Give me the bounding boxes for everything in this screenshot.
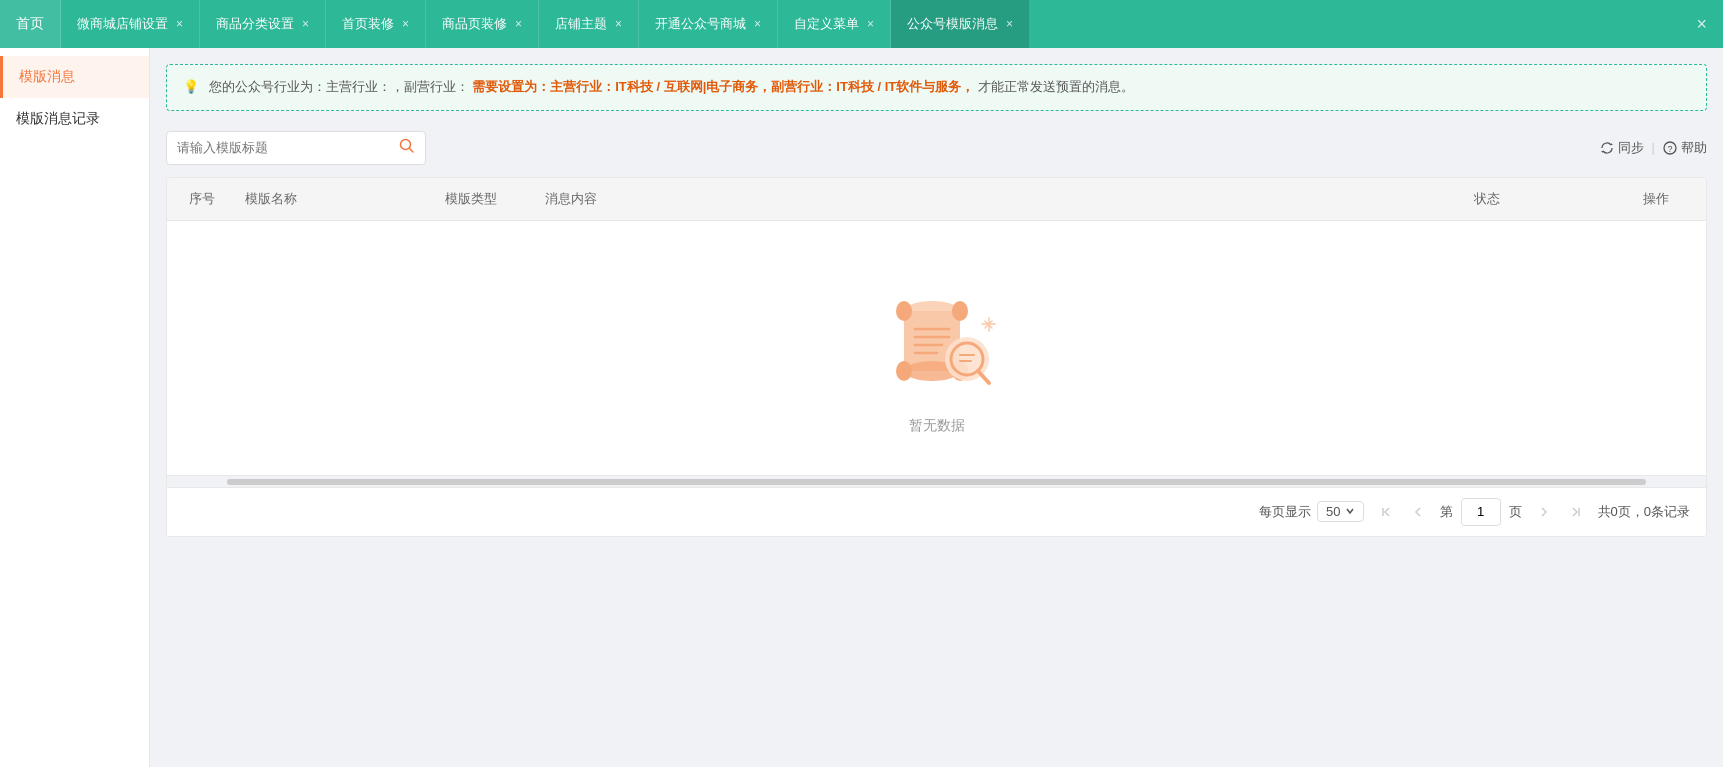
svg-point-8	[952, 301, 968, 321]
first-page-button[interactable]	[1372, 498, 1400, 526]
close-home-decoration[interactable]: ×	[402, 17, 409, 31]
nav-tab-open-mall[interactable]: 开通公众号商城 ×	[639, 0, 778, 48]
svg-line-1	[410, 149, 414, 153]
svg-point-7	[896, 301, 912, 321]
sidebar-item-template-msg[interactable]: 模版消息	[0, 56, 149, 98]
sync-icon	[1600, 141, 1614, 155]
scrollbar-track[interactable]	[227, 479, 1646, 485]
th-seq: 序号	[167, 178, 237, 220]
close-micro-store[interactable]: ×	[176, 17, 183, 31]
help-button[interactable]: ? 帮助	[1663, 139, 1707, 157]
info-banner: 💡 您的公众号行业为：主营行业：，副营行业： 需要设置为：主营行业：IT科技 /…	[166, 64, 1707, 111]
search-input-wrapper[interactable]	[166, 131, 426, 165]
per-page: 每页显示 50	[1259, 501, 1363, 522]
search-bar: 同步 | ? 帮助	[166, 131, 1707, 165]
top-nav: 首页 微商城店铺设置 × 商品分类设置 × 首页装修 × 商品页装修 × 店铺主…	[0, 0, 1723, 48]
empty-illustration	[877, 281, 997, 401]
chevron-down-icon	[1345, 504, 1355, 519]
sync-button[interactable]: 同步	[1600, 139, 1644, 157]
close-custom-menu[interactable]: ×	[867, 17, 874, 31]
total-info: 共0页，0条记录	[1598, 503, 1690, 521]
close-all-button[interactable]: ×	[1680, 14, 1723, 35]
scrollbar-area[interactable]	[167, 475, 1706, 487]
toolbar-right: 同步 | ? 帮助	[1600, 139, 1707, 157]
nav-tab-custom-menu[interactable]: 自定义菜单 ×	[778, 0, 891, 48]
nav-tab-template-msg[interactable]: 公众号模版消息 ×	[891, 0, 1030, 48]
prev-page-button[interactable]	[1404, 498, 1432, 526]
last-page-button[interactable]	[1562, 498, 1590, 526]
th-status: 状态	[1466, 178, 1606, 220]
nav-tab-home-decoration[interactable]: 首页装修 ×	[326, 0, 426, 48]
per-page-select[interactable]: 50	[1317, 501, 1363, 522]
close-template-msg[interactable]: ×	[1006, 17, 1013, 31]
close-open-mall[interactable]: ×	[754, 17, 761, 31]
next-page-button[interactable]	[1530, 498, 1558, 526]
nav-tab-store-theme[interactable]: 店铺主题 ×	[539, 0, 639, 48]
main-content: 💡 您的公众号行业为：主营行业：，副营行业： 需要设置为：主营行业：IT科技 /…	[150, 48, 1723, 767]
nav-tab-product-decoration[interactable]: 商品页装修 ×	[426, 0, 539, 48]
nav-tab-home[interactable]: 首页	[0, 0, 61, 48]
main-layout: 模版消息 模版消息记录 💡 您的公众号行业为：主营行业：，副营行业： 需要设置为…	[0, 48, 1723, 767]
th-name: 模版名称	[237, 178, 437, 220]
th-type: 模版类型	[437, 178, 537, 220]
table-container: 序号 模版名称 模版类型 消息内容 状态 操作	[166, 177, 1707, 537]
svg-text:?: ?	[1667, 144, 1672, 154]
nav-tab-micro-store[interactable]: 微商城店铺设置 ×	[61, 0, 200, 48]
empty-state: 暂无数据	[167, 221, 1706, 475]
th-action: 操作	[1606, 178, 1706, 220]
empty-text: 暂无数据	[909, 417, 965, 435]
sidebar: 模版消息 模版消息记录	[0, 48, 150, 767]
close-product-category[interactable]: ×	[302, 17, 309, 31]
toolbar-divider: |	[1652, 140, 1655, 155]
search-icon[interactable]	[399, 138, 415, 157]
pagination: 每页显示 50 第	[167, 487, 1706, 536]
svg-point-9	[896, 361, 912, 381]
bulb-icon: 💡	[183, 79, 199, 94]
close-product-decoration[interactable]: ×	[515, 17, 522, 31]
table-header: 序号 模版名称 模版类型 消息内容 状态 操作	[167, 178, 1706, 221]
nav-tab-product-category[interactable]: 商品分类设置 ×	[200, 0, 326, 48]
page-nav: 第 页	[1372, 498, 1590, 526]
sidebar-item-template-msg-log[interactable]: 模版消息记录	[0, 98, 149, 140]
close-store-theme[interactable]: ×	[615, 17, 622, 31]
search-input[interactable]	[177, 140, 399, 155]
help-icon: ?	[1663, 141, 1677, 155]
th-content: 消息内容	[537, 178, 1466, 220]
page-input[interactable]	[1461, 498, 1501, 526]
